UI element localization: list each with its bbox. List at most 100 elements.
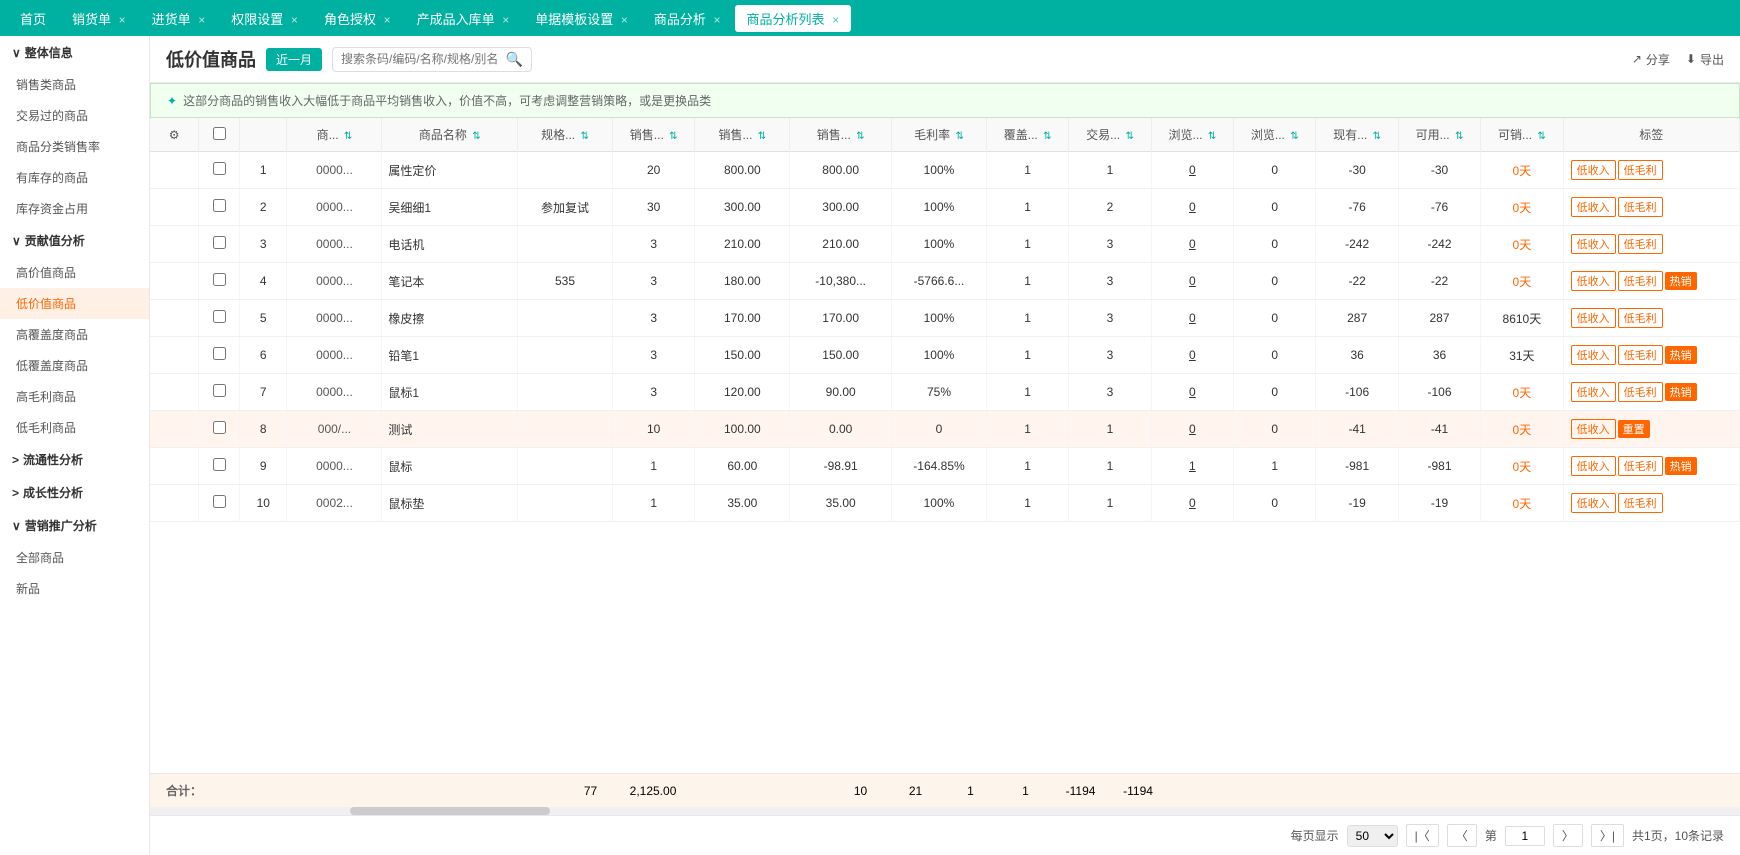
sidebar-item-sales-products[interactable]: 销售类商品 xyxy=(0,69,149,100)
browse2-sort-icon[interactable]: ⇅ xyxy=(1290,131,1298,142)
nav-stock-in[interactable]: 产成品入库单 × xyxy=(405,5,522,32)
sales-qty-col-header[interactable]: 销售... ⇅ xyxy=(612,118,694,152)
trade-sort-icon[interactable]: ⇅ xyxy=(1125,131,1133,142)
trade-col-header[interactable]: 交易... ⇅ xyxy=(1069,118,1151,152)
settings-icon[interactable]: ⚙ xyxy=(169,128,180,142)
nav-permissions-close[interactable]: × xyxy=(291,13,298,27)
nav-stock-in-close[interactable]: × xyxy=(502,13,509,27)
browse1-link[interactable]: 1 xyxy=(1189,459,1196,473)
nav-product-analysis[interactable]: 商品分析 × xyxy=(642,5,733,32)
browse1-link[interactable]: 0 xyxy=(1189,422,1196,436)
prev-page-button[interactable]: 〈 xyxy=(1447,824,1477,847)
sidebar-item-traded-products[interactable]: 交易过的商品 xyxy=(0,100,149,131)
available-col-header[interactable]: 可用... ⇅ xyxy=(1398,118,1480,152)
browse1-cell[interactable]: 0 xyxy=(1151,189,1233,226)
nav-product-analysis-list[interactable]: 商品分析列表 × xyxy=(735,5,852,32)
browse2-col-header[interactable]: 浏览... ⇅ xyxy=(1234,118,1316,152)
sidebar-item-low-coverage[interactable]: 低覆盖度商品 xyxy=(0,350,149,381)
nav-sales-order[interactable]: 销货单 × xyxy=(60,5,138,32)
nav-permissions[interactable]: 权限设置 × xyxy=(219,5,310,32)
browse1-cell[interactable]: 0 xyxy=(1151,152,1233,189)
nav-analysis-close[interactable]: × xyxy=(713,13,720,27)
code-sort-icon[interactable]: ⇅ xyxy=(344,131,352,142)
nav-home[interactable]: 首页 xyxy=(8,5,58,32)
checkbox-cell[interactable] xyxy=(199,411,240,448)
page-size-select[interactable]: 50 100 200 xyxy=(1347,825,1398,847)
available-sort-icon[interactable]: ⇅ xyxy=(1455,131,1463,142)
browse1-cell[interactable]: 0 xyxy=(1151,300,1233,337)
nav-analysis-list-close[interactable]: × xyxy=(832,13,839,27)
code-col-header[interactable]: 商... ⇅ xyxy=(287,118,382,152)
checkbox-cell[interactable] xyxy=(199,485,240,522)
cover-col-header[interactable]: 覆盖... ⇅ xyxy=(986,118,1068,152)
row-checkbox[interactable] xyxy=(213,458,226,471)
row-checkbox[interactable] xyxy=(213,199,226,212)
checkbox-cell[interactable] xyxy=(199,226,240,263)
share-button[interactable]: ↗ 分享 xyxy=(1632,51,1670,68)
search-input[interactable] xyxy=(341,52,500,66)
sales-amount-col-header[interactable]: 销售... ⇅ xyxy=(790,118,892,152)
sales-price-sort-icon[interactable]: ⇅ xyxy=(758,131,766,142)
row-checkbox[interactable] xyxy=(213,347,226,360)
checkbox-cell[interactable] xyxy=(199,448,240,485)
gross-sort-icon[interactable]: ⇅ xyxy=(955,131,963,142)
browse1-link[interactable]: 0 xyxy=(1189,163,1196,177)
filter-period-button[interactable]: 近一月 xyxy=(266,48,322,71)
browse1-link[interactable]: 0 xyxy=(1189,237,1196,251)
browse1-cell[interactable]: 0 xyxy=(1151,411,1233,448)
browse1-link[interactable]: 0 xyxy=(1189,496,1196,510)
browse1-cell[interactable]: 0 xyxy=(1151,337,1233,374)
browse1-link[interactable]: 0 xyxy=(1189,385,1196,399)
spec-col-header[interactable]: 规格... ⇅ xyxy=(518,118,613,152)
nav-purchase-close[interactable]: × xyxy=(198,13,205,27)
next-page-button[interactable]: 〉 xyxy=(1553,824,1583,847)
nav-template-close[interactable]: × xyxy=(621,13,628,27)
scrollbar-thumb[interactable] xyxy=(350,807,550,815)
checkbox-cell[interactable] xyxy=(199,189,240,226)
sidebar-item-low-value[interactable]: 低价值商品 xyxy=(0,288,149,319)
browse1-cell[interactable]: 0 xyxy=(1151,263,1233,300)
sidebar-item-low-margin[interactable]: 低毛利商品 xyxy=(0,412,149,443)
browse1-col-header[interactable]: 浏览... ⇅ xyxy=(1151,118,1233,152)
row-checkbox[interactable] xyxy=(213,236,226,249)
checkbox-cell[interactable] xyxy=(199,152,240,189)
browse1-link[interactable]: 0 xyxy=(1189,311,1196,325)
saleable-col-header[interactable]: 可销... ⇅ xyxy=(1481,118,1563,152)
sidebar-item-all-products[interactable]: 全部商品 xyxy=(0,542,149,573)
horizontal-scrollbar[interactable] xyxy=(150,807,1740,815)
sidebar-item-stock-capital[interactable]: 库存资金占用 xyxy=(0,193,149,224)
sidebar-group-growth[interactable]: > 成长性分析 xyxy=(0,476,149,509)
browse1-link[interactable]: 0 xyxy=(1189,348,1196,362)
nav-roles-close[interactable]: × xyxy=(384,13,391,27)
nav-roles[interactable]: 角色授权 × xyxy=(312,5,403,32)
checkbox-cell[interactable] xyxy=(199,374,240,411)
last-page-button[interactable]: 〉| xyxy=(1591,824,1624,847)
current-col-header[interactable]: 现有... ⇅ xyxy=(1316,118,1398,152)
row-checkbox[interactable] xyxy=(213,162,226,175)
sidebar-item-high-margin[interactable]: 高毛利商品 xyxy=(0,381,149,412)
browse1-sort-icon[interactable]: ⇅ xyxy=(1208,131,1216,142)
row-checkbox[interactable] xyxy=(213,310,226,323)
current-sort-icon[interactable]: ⇅ xyxy=(1373,131,1381,142)
gross-rate-col-header[interactable]: 毛利率 ⇅ xyxy=(892,118,987,152)
sidebar-item-stocked-products[interactable]: 有库存的商品 xyxy=(0,162,149,193)
nav-purchase[interactable]: 进货单 × xyxy=(140,5,218,32)
nav-sales-order-close[interactable]: × xyxy=(119,13,126,27)
browse1-link[interactable]: 0 xyxy=(1189,274,1196,288)
search-icon[interactable]: 🔍 xyxy=(506,51,523,68)
cover-sort-icon[interactable]: ⇅ xyxy=(1043,131,1051,142)
sidebar-item-high-value[interactable]: 高价值商品 xyxy=(0,257,149,288)
spec-sort-icon[interactable]: ⇅ xyxy=(580,131,588,142)
sales-amount-sort-icon[interactable]: ⇅ xyxy=(856,131,864,142)
row-checkbox[interactable] xyxy=(213,273,226,286)
checkbox-cell[interactable] xyxy=(199,263,240,300)
select-all-checkbox[interactable] xyxy=(213,127,226,140)
name-sort-icon[interactable]: ⇅ xyxy=(472,131,480,142)
browse1-cell[interactable]: 0 xyxy=(1151,485,1233,522)
name-col-header[interactable]: 商品名称 ⇅ xyxy=(382,118,518,152)
row-checkbox[interactable] xyxy=(213,384,226,397)
settings-col-header[interactable]: ⚙ xyxy=(150,118,199,152)
sidebar-item-new-products[interactable]: 新品 xyxy=(0,573,149,604)
sidebar-item-high-coverage[interactable]: 高覆盖度商品 xyxy=(0,319,149,350)
browse1-cell[interactable]: 0 xyxy=(1151,226,1233,263)
